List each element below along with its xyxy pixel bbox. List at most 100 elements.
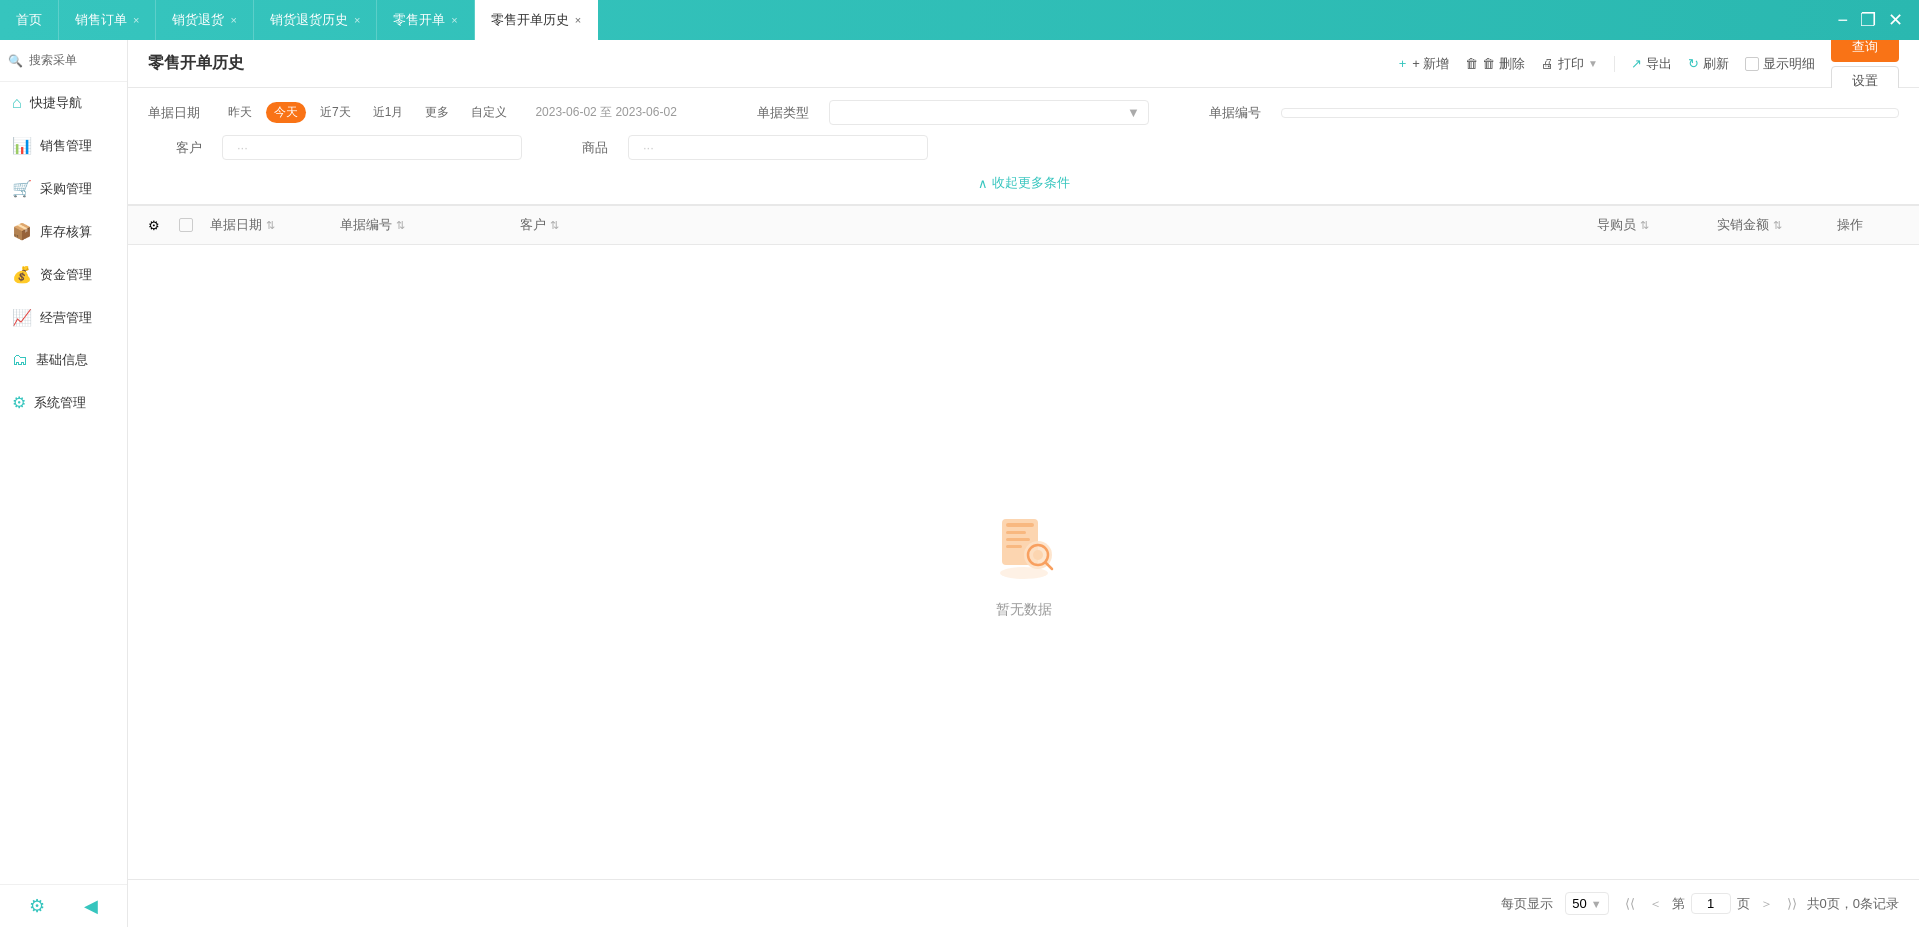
page-input[interactable]	[1691, 893, 1731, 914]
export-button[interactable]: ↗ 导出	[1631, 55, 1672, 73]
delete-button[interactable]: 🗑 🗑 删除	[1465, 55, 1525, 73]
per-page-select[interactable]: 50 ▼	[1565, 892, 1608, 915]
sidebar-bottom: ⚙ ◀	[0, 884, 127, 927]
sidebar-item-inventory[interactable]: 📦 库存核算	[0, 210, 127, 253]
settings-icon: ⚙	[148, 218, 160, 233]
sidebar-item-quick-nav[interactable]: ⌂ 快捷导航	[0, 82, 127, 124]
operations-icon: 📈	[12, 308, 32, 327]
sort-guide-icon: ⇅	[1640, 219, 1649, 232]
tab-sales-order[interactable]: 销售订单 ×	[59, 0, 156, 40]
delete-icon: 🗑	[1465, 56, 1478, 71]
date-yesterday[interactable]: 昨天	[220, 102, 260, 123]
svg-line-8	[1046, 563, 1052, 569]
customer-label: 客户	[176, 139, 202, 157]
prev-page-btn[interactable]: ＜	[1645, 893, 1666, 915]
filter-row-1: 单据日期 昨天 今天 近7天 近1月 更多 自定义 2023-06-02 至 2…	[148, 100, 1899, 125]
dots-icon: ···	[237, 140, 248, 155]
svg-point-9	[1033, 550, 1043, 560]
window-controls: − ❐ ✕	[1837, 9, 1919, 31]
col-guide-label: 导购员	[1597, 216, 1636, 234]
refresh-button[interactable]: ↻ 刷新	[1688, 55, 1729, 73]
tab-home[interactable]: 首页	[0, 0, 59, 40]
th-checkbox[interactable]	[170, 218, 202, 232]
empty-icon	[984, 505, 1064, 585]
dropdown-icon: ▼	[1127, 105, 1140, 120]
divider	[1614, 56, 1615, 72]
sidebar-item-sys-mgmt[interactable]: ⚙ 系统管理	[0, 381, 127, 424]
collapse-button[interactable]: ∧ 收起更多条件	[978, 174, 1070, 192]
sidebar-item-sales-mgmt[interactable]: 📊 销售管理	[0, 124, 127, 167]
query-button[interactable]: 查询	[1831, 40, 1899, 62]
sort-customer-icon: ⇅	[550, 219, 559, 232]
sidebar-item-operations[interactable]: 📈 经营管理	[0, 296, 127, 339]
home-icon: ⌂	[12, 94, 22, 112]
select-all-checkbox[interactable]	[179, 218, 193, 232]
chart-icon: 📊	[12, 136, 32, 155]
sidebar-item-purchase-mgmt[interactable]: 🛒 采购管理	[0, 167, 127, 210]
date-today[interactable]: 今天	[266, 102, 306, 123]
next-page-btn[interactable]: ＞	[1756, 893, 1777, 915]
sidebar: 🔍 搜索采单 ⌂ 快捷导航 📊 销售管理 🛒 采购管理 📦 库存核算 💰 资金管…	[0, 40, 128, 927]
refresh-icon: ↻	[1688, 56, 1699, 71]
sidebar-item-basic-info[interactable]: 🗂 基础信息	[0, 339, 127, 381]
close-btn[interactable]: ✕	[1888, 9, 1903, 31]
doc-number-input[interactable]	[1281, 108, 1899, 118]
restore-btn[interactable]: ❐	[1860, 9, 1876, 31]
per-page-value: 50	[1572, 896, 1586, 911]
sidebar-item-label: 经营管理	[40, 309, 92, 327]
customer-input[interactable]: ···	[222, 135, 522, 160]
th-number[interactable]: 单据编号 ⇅	[332, 216, 512, 234]
sidebar-collapse-icon[interactable]: ◀	[84, 895, 98, 917]
doc-type-select[interactable]: ▼	[829, 100, 1149, 125]
last-page-btn[interactable]: ⟩⟩	[1783, 894, 1801, 913]
th-amount[interactable]: 实销金额 ⇅	[1709, 216, 1829, 234]
money-icon: 💰	[12, 265, 32, 284]
sidebar-settings-icon[interactable]: ⚙	[29, 895, 45, 917]
tab-sales-return-history[interactable]: 销货退货历史 ×	[254, 0, 377, 40]
th-settings[interactable]: ⚙	[138, 218, 170, 233]
product-input[interactable]: ···	[628, 135, 928, 160]
doc-type-label: 单据类型	[757, 104, 809, 122]
display-detail-checkbox[interactable]: 显示明细	[1745, 55, 1815, 73]
sidebar-item-finance[interactable]: 💰 资金管理	[0, 253, 127, 296]
tab-retail-open[interactable]: 零售开单 ×	[377, 0, 474, 40]
print-icon: 🖨	[1541, 56, 1554, 71]
tab-close-retail-open-history[interactable]: ×	[575, 14, 581, 26]
top-bar: 首页 销售订单 × 销货退货 × 销货退货历史 × 零售开单 × 零售开单历史 …	[0, 0, 1919, 40]
minimize-btn[interactable]: −	[1837, 10, 1848, 31]
box-icon: 📦	[12, 222, 32, 241]
th-date[interactable]: 单据日期 ⇅	[202, 216, 332, 234]
th-action: 操作	[1829, 216, 1909, 234]
tab-sales-return[interactable]: 销货退货 ×	[156, 0, 253, 40]
tab-close-sales-return[interactable]: ×	[230, 14, 236, 26]
date-custom[interactable]: 自定义	[463, 102, 515, 123]
date-7days[interactable]: 近7天	[312, 102, 359, 123]
total-info: 共0页，0条记录	[1807, 895, 1899, 913]
sidebar-item-label: 销售管理	[40, 137, 92, 155]
tab-close-sales-order[interactable]: ×	[133, 14, 139, 26]
sidebar-item-label: 快捷导航	[30, 94, 82, 112]
print-dropdown-icon: ▼	[1588, 58, 1598, 69]
date-1month[interactable]: 近1月	[365, 102, 412, 123]
table-header: ⚙ 单据日期 ⇅ 单据编号 ⇅ 客户 ⇅ 导购员	[128, 205, 1919, 245]
sidebar-search-label: 搜索采单	[29, 52, 77, 69]
table-footer: 每页显示 50 ▼ ⟨⟨ ＜ 第 页 ＞ ⟩⟩ 共0页，0条记录	[128, 879, 1919, 927]
first-page-btn[interactable]: ⟨⟨	[1621, 894, 1639, 913]
print-button[interactable]: 🖨 打印 ▼	[1541, 55, 1598, 73]
date-more[interactable]: 更多	[417, 102, 457, 123]
detail-checkbox[interactable]	[1745, 57, 1759, 71]
add-button[interactable]: + + 新增	[1399, 55, 1450, 73]
cart-icon: 🛒	[12, 179, 32, 198]
sidebar-search[interactable]: 🔍 搜索采单	[0, 40, 127, 82]
th-guide[interactable]: 导购员 ⇅	[1589, 216, 1709, 234]
th-customer[interactable]: 客户 ⇅	[512, 216, 1589, 234]
page-header: 零售开单历史 + + 新增 🗑 🗑 删除 🖨 打印 ▼ ↗	[128, 40, 1919, 88]
tab-retail-open-history[interactable]: 零售开单历史 ×	[475, 0, 598, 40]
svg-point-0	[1000, 567, 1048, 579]
svg-rect-5	[1006, 545, 1022, 548]
per-page-label: 每页显示	[1501, 895, 1553, 913]
col-customer-label: 客户	[520, 216, 546, 234]
page-label-after: 页	[1737, 895, 1750, 913]
tab-close-sales-return-history[interactable]: ×	[354, 14, 360, 26]
tab-close-retail-open[interactable]: ×	[451, 14, 457, 26]
